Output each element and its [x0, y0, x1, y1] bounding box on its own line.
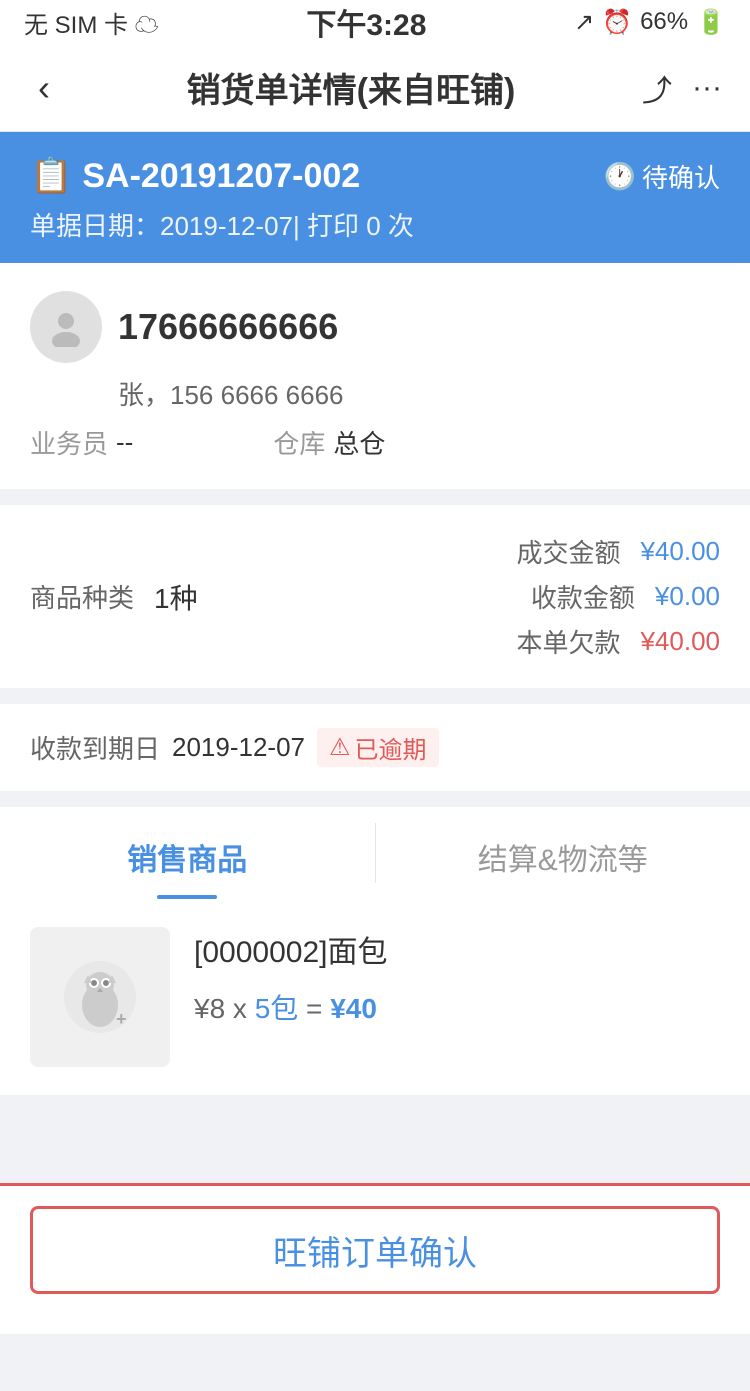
- order-header-banner: 📋 SA-20191207-002 🕐 待确认 单据日期：2019-12-07|…: [0, 132, 750, 263]
- transaction-value: ¥40.00: [640, 536, 720, 567]
- more-icon[interactable]: ···: [692, 71, 722, 105]
- avatar: [30, 291, 102, 363]
- product-name: [0000002]面包: [194, 927, 720, 971]
- confirm-button-area: 旺铺订单确认: [0, 1183, 750, 1334]
- product-price: ¥8 x 5包 = ¥40: [194, 987, 720, 1027]
- order-status: 🕐 待确认: [604, 158, 720, 195]
- battery-level: 66%: [640, 8, 688, 36]
- amounts-right: 成交金额 ¥40.00 收款金额 ¥0.00 本单欠款 ¥40.00: [516, 533, 720, 660]
- warehouse-value: 总仓: [333, 424, 385, 461]
- owed-row: 本单欠款 ¥40.00: [516, 623, 720, 660]
- location-icon: ↗: [574, 8, 594, 37]
- status-bar: 无 SIM 卡 ☁ 下午3:28 ↗ ⏰ 66% 🔋: [0, 0, 750, 44]
- svg-text:+: +: [116, 1009, 127, 1029]
- product-type-label: 商品种类: [30, 578, 134, 615]
- share-icon[interactable]: ⤴: [642, 66, 672, 110]
- warehouse-label: 仓库: [273, 424, 325, 461]
- nav-bar: ‹ 销货单详情(来自旺铺) ⤴ ···: [0, 44, 750, 132]
- salesperson-field: 业务员 --: [30, 424, 133, 461]
- owed-value: ¥40.00: [640, 626, 720, 657]
- product-thumbnail: +: [30, 927, 170, 1067]
- warehouse-field: 仓库 总仓: [273, 424, 385, 461]
- product-qty: 5包: [255, 993, 299, 1024]
- received-label: 收款金额: [531, 578, 635, 615]
- customer-meta: 业务员 -- 仓库 总仓: [30, 424, 720, 461]
- nav-actions: ⤴ ···: [642, 66, 722, 110]
- back-button[interactable]: ‹: [28, 57, 60, 119]
- salesperson-value: --: [116, 427, 133, 458]
- transaction-row: 成交金额 ¥40.00: [516, 533, 720, 570]
- warning-icon: ⚠: [329, 733, 351, 762]
- product-section: + [0000002]面包 ¥8 x 5包 = ¥40: [0, 899, 750, 1095]
- owed-label: 本单欠款: [516, 623, 620, 660]
- product-info: [0000002]面包 ¥8 x 5包 = ¥40: [194, 927, 720, 1027]
- tab-settlement-logistics[interactable]: 结算&物流等: [376, 807, 750, 899]
- tabs: 销售商品 结算&物流等: [0, 807, 750, 899]
- overdue-badge: ⚠ 已逾期: [317, 728, 439, 767]
- customer-top: 17666666666: [30, 291, 720, 363]
- clock-icon: 🕐: [604, 161, 636, 192]
- amounts-section: 商品种类 1种 成交金额 ¥40.00 收款金额 ¥0.00 本单欠款 ¥40.…: [0, 505, 750, 688]
- confirm-order-button[interactable]: 旺铺订单确认: [30, 1206, 720, 1294]
- order-date: 单据日期：2019-12-07| 打印 0 次: [30, 206, 720, 243]
- status-time: 下午3:28: [306, 0, 426, 44]
- order-id: 📋 SA-20191207-002: [30, 156, 360, 196]
- salesperson-label: 业务员: [30, 424, 108, 461]
- product-type-value: 1种: [154, 577, 198, 617]
- received-row: 收款金额 ¥0.00: [531, 578, 720, 615]
- customer-name: 张，156 6666 6666: [30, 375, 720, 412]
- price-formula: ¥8 x: [194, 993, 255, 1024]
- sim-status: 无 SIM 卡 ☁: [24, 5, 159, 40]
- due-date-value: 2019-12-07: [172, 732, 305, 763]
- product-type-area: 商品种类 1种: [30, 533, 516, 660]
- product-total: ¥40: [330, 993, 377, 1024]
- equals-sign: =: [298, 993, 330, 1024]
- status-right: ↗ ⏰ 66% 🔋: [574, 8, 726, 37]
- due-label: 收款到期日: [30, 729, 160, 766]
- customer-section: 17666666666 张，156 6666 6666 业务员 -- 仓库 总仓: [0, 263, 750, 489]
- transaction-label: 成交金额: [516, 533, 620, 570]
- page-title: 销货单详情(来自旺铺): [60, 63, 642, 112]
- order-icon: 📋: [30, 156, 72, 196]
- due-date-section: 收款到期日 2019-12-07 ⚠ 已逾期: [0, 704, 750, 791]
- status-left: 无 SIM 卡 ☁: [24, 5, 159, 40]
- alarm-icon: ⏰: [602, 8, 632, 37]
- overdue-label: 已逾期: [355, 730, 427, 765]
- customer-phone: 17666666666: [118, 306, 338, 348]
- battery-icon: 🔋: [696, 8, 726, 37]
- received-value: ¥0.00: [655, 581, 720, 612]
- order-header-top: 📋 SA-20191207-002 🕐 待确认: [30, 156, 720, 196]
- tab-sales-products[interactable]: 销售商品: [0, 807, 375, 899]
